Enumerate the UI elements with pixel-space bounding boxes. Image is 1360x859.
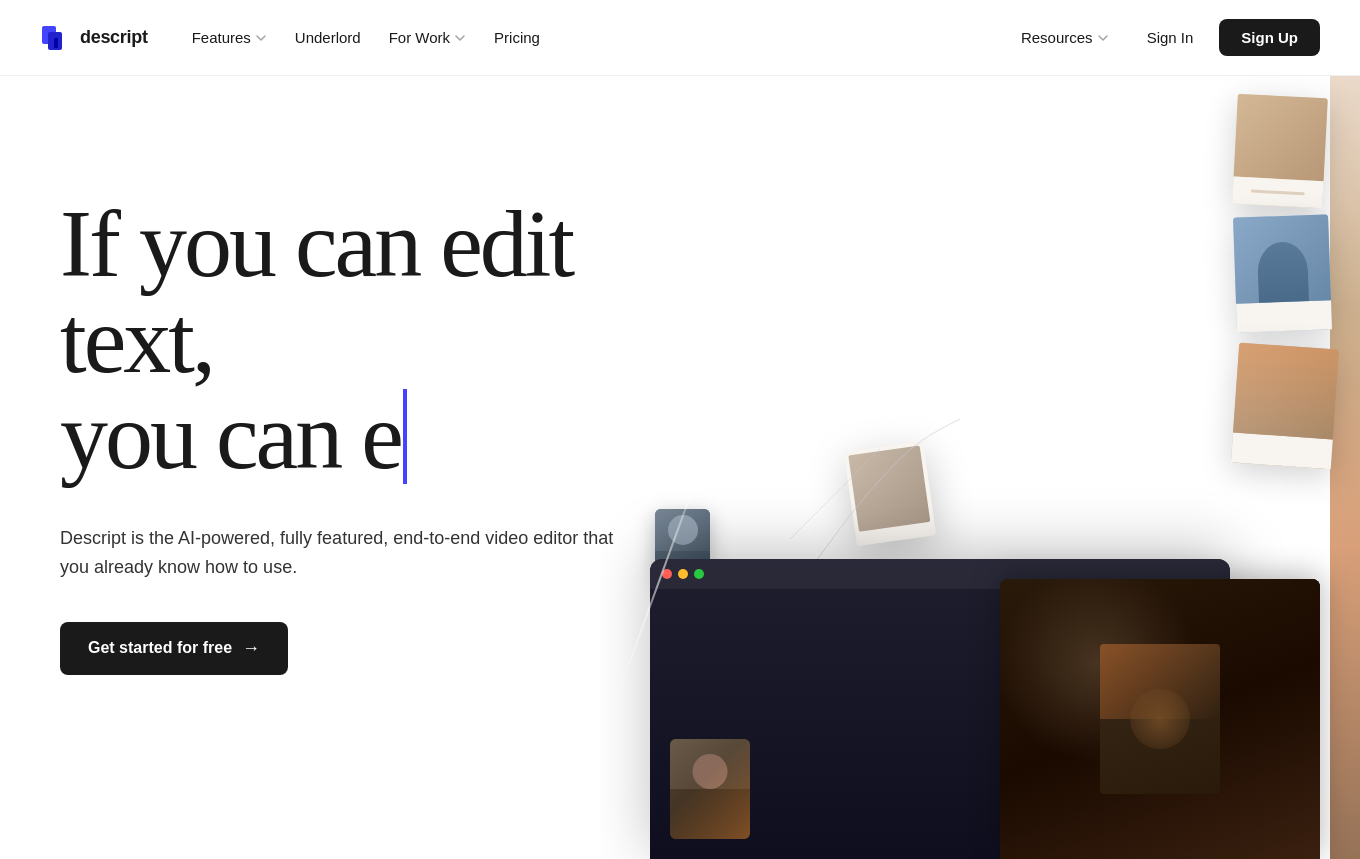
hero-visual [600, 76, 1360, 859]
nav-link-features[interactable]: Features [180, 21, 279, 54]
screen-2-face [1000, 579, 1320, 859]
nav-links: Features Underlord For Work Pricing [180, 21, 552, 54]
arrow-icon: → [242, 638, 260, 659]
photo-strip-right [1330, 76, 1360, 859]
logo[interactable]: descript [40, 22, 148, 54]
sign-in-button[interactable]: Sign In [1129, 19, 1212, 56]
svg-rect-2 [54, 38, 58, 48]
nav-link-pricing[interactable]: Pricing [482, 21, 552, 54]
photo-card-3 [1231, 343, 1339, 470]
nav-link-resources[interactable]: Resources [1009, 21, 1121, 54]
hero-subtext: Descript is the AI-powered, fully featur… [60, 524, 640, 582]
headline-line2: you can e [60, 388, 700, 484]
cta-button[interactable]: Get started for free → [60, 622, 288, 675]
headline-line1: If you can edit text, [60, 190, 572, 393]
floating-cards [600, 76, 1360, 859]
nav-link-for-work[interactable]: For Work [377, 21, 478, 54]
sign-up-button[interactable]: Sign Up [1219, 19, 1320, 56]
nav-link-underlord[interactable]: Underlord [283, 21, 373, 54]
photo-card-2 [1233, 214, 1332, 332]
hero-content: If you can edit text, you can e Descript… [0, 76, 700, 675]
nav-left: descript Features Underlord For Work Pri… [40, 21, 552, 54]
navbar: descript Features Underlord For Work Pri… [0, 0, 1360, 76]
screen-2-inner [1000, 579, 1320, 859]
secondary-screen [1000, 579, 1320, 859]
wire-decoration [780, 379, 980, 579]
hero-headline: If you can edit text, you can e [60, 196, 700, 484]
chevron-down-icon [454, 32, 466, 44]
chevron-down-icon [1097, 32, 1109, 44]
logo-text: descript [80, 27, 148, 48]
photo-card-1 [1232, 94, 1328, 209]
nav-right: Resources Sign In Sign Up [1009, 19, 1320, 56]
hero-section: If you can edit text, you can e Descript… [0, 0, 1360, 859]
text-cursor [403, 389, 407, 484]
logo-icon [40, 22, 72, 54]
chevron-down-icon [255, 32, 267, 44]
screen-face [670, 739, 750, 839]
